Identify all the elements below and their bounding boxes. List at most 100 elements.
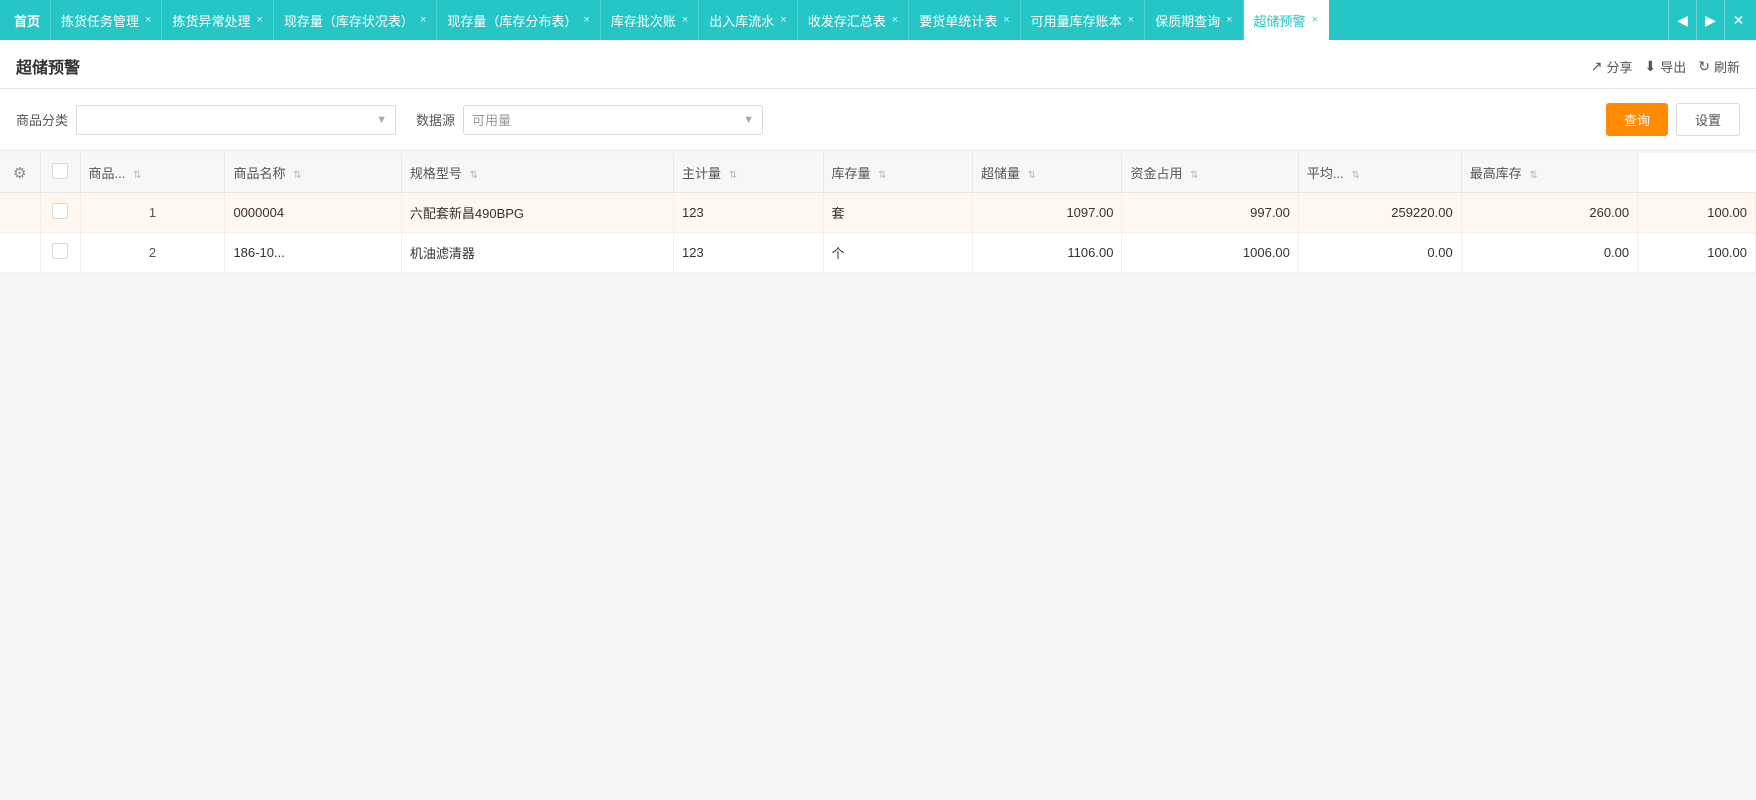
table-row: 1 0000004 六配套新昌490BPG 123 套 1097.00 997.… (0, 193, 1756, 233)
nav-tab-batch[interactable]: 库存批次账 × (601, 0, 699, 40)
filter-bar: 商品分类 ▼ 数据源 可用量 ▼ 查询 设置 (0, 89, 1756, 151)
col-label-unit: 主计量 (682, 166, 721, 181)
sort-capital-icon[interactable]: ⇅ (1190, 170, 1198, 181)
nav-next-button[interactable]: ▶ (1696, 0, 1724, 40)
row-spec: 123 (674, 193, 823, 233)
close-tab-stock-status[interactable]: × (420, 14, 426, 26)
close-tab-batch[interactable]: × (682, 14, 688, 26)
col-header-max-stock[interactable]: 最高库存 ⇅ (1461, 153, 1637, 193)
export-icon: ⬇ (1645, 58, 1657, 75)
nav-tab-quality[interactable]: 保质期查询 × (1145, 0, 1243, 40)
row-spec: 123 (674, 233, 823, 273)
col-label-capital: 资金占用 (1130, 166, 1182, 181)
row-capital: 259220.00 (1298, 193, 1461, 233)
nav-tab-available[interactable]: 可用量库存账本 × (1021, 0, 1145, 40)
category-label: 商品分类 (16, 110, 68, 129)
nav-tab-home[interactable]: 首页 (4, 0, 51, 40)
col-label-stock: 库存量 (832, 166, 871, 181)
share-button[interactable]: ↗ 分享 (1591, 57, 1633, 76)
col-header-product-name[interactable]: 商品名称 ⇅ (225, 153, 401, 193)
close-tab-task[interactable]: × (145, 14, 151, 26)
col-header-stock[interactable]: 库存量 ⇅ (823, 153, 972, 193)
col-header-product-code[interactable]: 商品... ⇅ (80, 153, 225, 193)
query-button[interactable]: 查询 (1606, 103, 1668, 136)
row-gear-cell (0, 233, 40, 273)
nav-tab-collect[interactable]: 收发存汇总表 × (798, 0, 909, 40)
close-tab-available[interactable]: × (1128, 14, 1134, 26)
row-checkbox-1[interactable] (52, 243, 68, 259)
nav-prev-button[interactable]: ◀ (1668, 0, 1696, 40)
row-checkbox-0[interactable] (52, 203, 68, 219)
close-tab-overstock[interactable]: × (1312, 14, 1318, 26)
col-header-check (40, 153, 80, 193)
data-table: ⚙ 商品... ⇅ 商品名称 ⇅ 规格型号 ⇅ 主计量 (0, 153, 1756, 273)
col-label-product-name: 商品名称 (233, 166, 285, 181)
sort-max-stock-icon[interactable]: ⇅ (1529, 170, 1537, 181)
sort-avg-icon[interactable]: ⇅ (1351, 170, 1359, 181)
nav-close-button[interactable]: ✕ (1724, 0, 1752, 40)
settings-button[interactable]: 设置 (1676, 103, 1740, 136)
table-container: ⚙ 商品... ⇅ 商品名称 ⇅ 规格型号 ⇅ 主计量 (0, 153, 1756, 273)
sort-stock-icon[interactable]: ⇅ (878, 170, 886, 181)
row-stock: 1097.00 (972, 193, 1121, 233)
row-unit: 个 (823, 233, 972, 273)
category-select[interactable]: ▼ (76, 105, 396, 135)
gear-icon[interactable]: ⚙ (13, 165, 26, 182)
export-button[interactable]: ⬇ 导出 (1645, 57, 1687, 76)
col-header-unit[interactable]: 主计量 ⇅ (674, 153, 823, 193)
sort-overstock-icon[interactable]: ⇅ (1028, 170, 1036, 181)
filter-actions: 查询 设置 (1606, 103, 1740, 136)
col-header-avg[interactable]: 平均... ⇅ (1298, 153, 1461, 193)
row-product-name: 机油滤清器 (401, 233, 673, 273)
row-max-stock: 100.00 (1638, 233, 1756, 273)
datasource-arrow-icon: ▼ (743, 114, 754, 126)
navbar: 首页 拣货任务管理 × 拣货异常处理 × 现存量（库存状况表）× 现存量（库存分… (0, 0, 1756, 40)
close-tab-collect[interactable]: × (892, 14, 898, 26)
row-product-name: 六配套新昌490BPG (401, 193, 673, 233)
datasource-label: 数据源 (416, 110, 455, 129)
close-tab-abnormal[interactable]: × (256, 14, 262, 26)
nav-arrows: ◀ ▶ ✕ (1668, 0, 1752, 40)
header-actions: ↗ 分享 ⬇ 导出 ↻ 刷新 (1591, 57, 1740, 76)
col-header-overstock[interactable]: 超储量 ⇅ (972, 153, 1121, 193)
page-header: 超储预警 ↗ 分享 ⬇ 导出 ↻ 刷新 (0, 40, 1756, 89)
select-all-checkbox[interactable] (52, 163, 68, 179)
nav-tab-stock-dist[interactable]: 现存量（库存分布表）× (437, 0, 600, 40)
nav-tab-overstock[interactable]: 超储预警 × (1244, 0, 1329, 40)
sort-product-name-icon[interactable]: ⇅ (293, 170, 301, 181)
nav-tab-inout[interactable]: 出入库流水 × (699, 0, 797, 40)
col-label-spec: 规格型号 (410, 166, 462, 181)
close-tab-order-stat[interactable]: × (1003, 14, 1009, 26)
row-product-code: 0000004 (225, 193, 401, 233)
nav-tab-order-stat[interactable]: 要货单统计表 × (909, 0, 1020, 40)
sort-unit-icon[interactable]: ⇅ (729, 170, 737, 181)
table-row: 2 186-10... 机油滤清器 123 个 1106.00 1006.00 … (0, 233, 1756, 273)
datasource-select[interactable]: 可用量 ▼ (463, 105, 763, 135)
row-gear-cell (0, 193, 40, 233)
nav-tab-abnormal[interactable]: 拣货异常处理 × (162, 0, 273, 40)
col-label-overstock: 超储量 (981, 166, 1020, 181)
category-filter: 商品分类 ▼ (16, 105, 396, 135)
sort-spec-icon[interactable]: ⇅ (470, 170, 478, 181)
close-tab-quality[interactable]: × (1226, 14, 1232, 26)
row-overstock: 1006.00 (1122, 233, 1298, 273)
page-title: 超储预警 (16, 54, 80, 78)
row-stock: 1106.00 (972, 233, 1121, 273)
col-header-capital[interactable]: 资金占用 ⇅ (1122, 153, 1298, 193)
nav-tab-stock-status[interactable]: 现存量（库存状况表）× (274, 0, 437, 40)
category-arrow-icon: ▼ (376, 114, 387, 126)
table-header-row: ⚙ 商品... ⇅ 商品名称 ⇅ 规格型号 ⇅ 主计量 (0, 153, 1756, 193)
share-icon: ↗ (1591, 58, 1603, 75)
row-product-code: 186-10... (225, 233, 401, 273)
col-header-spec[interactable]: 规格型号 ⇅ (401, 153, 673, 193)
sort-product-code-icon[interactable]: ⇅ (133, 170, 141, 181)
close-tab-stock-dist[interactable]: × (583, 14, 589, 26)
nav-tab-task[interactable]: 拣货任务管理 × (51, 0, 162, 40)
row-overstock: 997.00 (1122, 193, 1298, 233)
refresh-icon: ↻ (1698, 58, 1710, 75)
close-tab-inout[interactable]: × (780, 14, 786, 26)
row-checkbox-cell (40, 233, 80, 273)
row-unit: 套 (823, 193, 972, 233)
row-avg: 0.00 (1461, 233, 1637, 273)
refresh-button[interactable]: ↻ 刷新 (1698, 57, 1740, 76)
